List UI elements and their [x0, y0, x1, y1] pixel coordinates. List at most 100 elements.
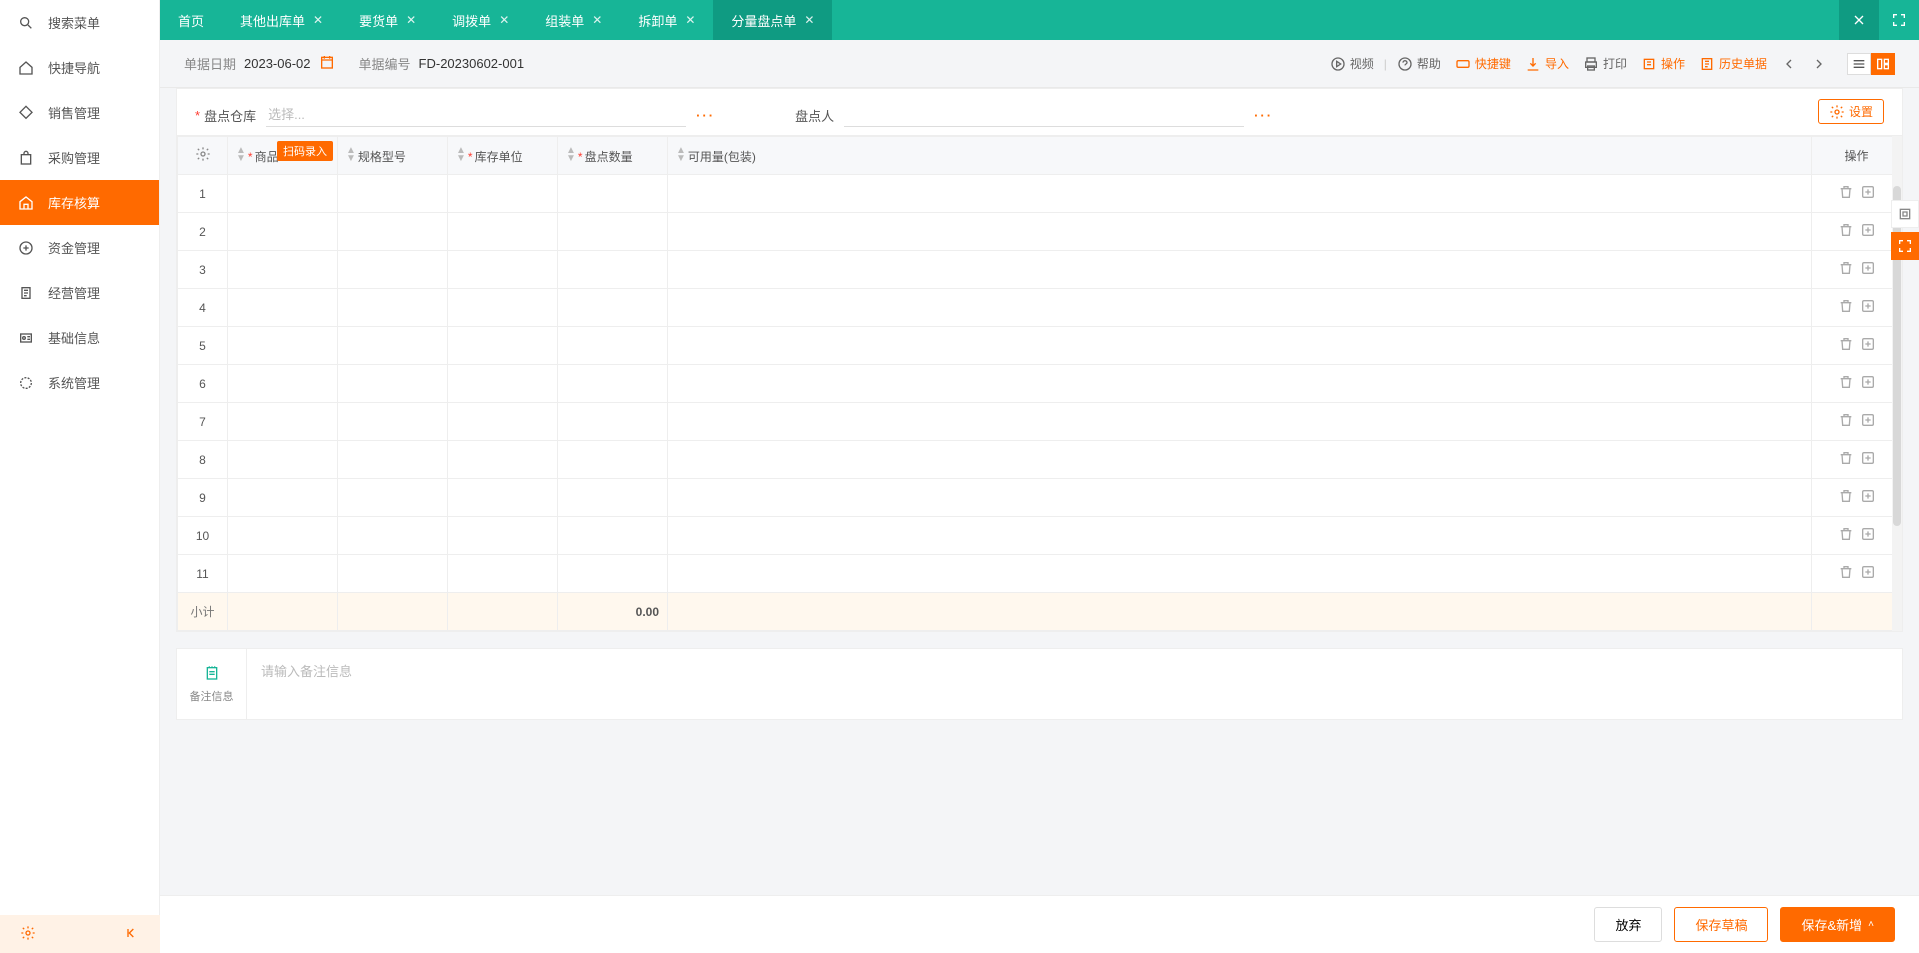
- cell-spec[interactable]: [338, 365, 448, 403]
- gear-icon[interactable]: [20, 925, 36, 944]
- save-draft-button[interactable]: 保存草稿: [1674, 907, 1768, 942]
- col-spec[interactable]: ▲▼规格型号: [338, 137, 448, 175]
- cell-qty[interactable]: [558, 327, 668, 365]
- cell-unit[interactable]: [448, 327, 558, 365]
- tab-request[interactable]: 要货单✕: [341, 0, 434, 40]
- cell-product[interactable]: [228, 327, 338, 365]
- close-icon[interactable]: ✕: [592, 13, 602, 27]
- cell-available[interactable]: [668, 289, 1812, 327]
- sort-icon[interactable]: ▲▼: [236, 147, 246, 163]
- delete-row-icon[interactable]: [1838, 336, 1854, 355]
- edge-tool-1[interactable]: [1891, 200, 1919, 228]
- cell-qty[interactable]: [558, 403, 668, 441]
- table-row[interactable]: 1: [178, 175, 1902, 213]
- add-row-icon[interactable]: [1860, 298, 1876, 317]
- cell-qty[interactable]: [558, 251, 668, 289]
- cell-qty[interactable]: [558, 517, 668, 555]
- sidebar-item-sales[interactable]: 销售管理: [0, 90, 159, 135]
- close-icon[interactable]: ✕: [685, 13, 695, 27]
- discard-button[interactable]: 放弃: [1594, 907, 1662, 942]
- cell-available[interactable]: [668, 365, 1812, 403]
- close-icon[interactable]: ✕: [313, 13, 323, 27]
- cell-qty[interactable]: [558, 479, 668, 517]
- add-row-icon[interactable]: [1860, 336, 1876, 355]
- cell-product[interactable]: [228, 555, 338, 593]
- add-row-icon[interactable]: [1860, 488, 1876, 507]
- cell-qty[interactable]: [558, 555, 668, 593]
- cell-available[interactable]: [668, 175, 1812, 213]
- col-qty[interactable]: ▲▼*盘点数量: [558, 137, 668, 175]
- calendar-icon[interactable]: [319, 54, 335, 73]
- hotkey-tool[interactable]: 快捷键: [1451, 55, 1515, 72]
- close-icon[interactable]: ✕: [406, 13, 416, 27]
- cell-available[interactable]: [668, 327, 1812, 365]
- delete-row-icon[interactable]: [1838, 298, 1854, 317]
- more-icon[interactable]: ···: [696, 108, 715, 123]
- cell-product[interactable]: [228, 441, 338, 479]
- col-unit[interactable]: ▲▼*库存单位: [448, 137, 558, 175]
- close-all-button[interactable]: [1839, 0, 1879, 40]
- scan-badge[interactable]: 扫码录入: [277, 141, 333, 161]
- add-row-icon[interactable]: [1860, 260, 1876, 279]
- sort-icon[interactable]: ▲▼: [346, 147, 356, 163]
- cell-spec[interactable]: [338, 251, 448, 289]
- cell-unit[interactable]: [448, 517, 558, 555]
- add-row-icon[interactable]: [1860, 374, 1876, 393]
- collapse-icon[interactable]: [124, 925, 140, 944]
- sidebar-item-system[interactable]: 系统管理: [0, 360, 159, 405]
- sort-icon[interactable]: ▲▼: [456, 147, 466, 163]
- table-row[interactable]: 3: [178, 251, 1902, 289]
- tab-assembly[interactable]: 组装单✕: [527, 0, 620, 40]
- close-icon[interactable]: ✕: [499, 13, 509, 27]
- table-row[interactable]: 11: [178, 555, 1902, 593]
- edge-tool-2[interactable]: [1891, 232, 1919, 260]
- cell-available[interactable]: [668, 403, 1812, 441]
- table-row[interactable]: 2: [178, 213, 1902, 251]
- cell-qty[interactable]: [558, 213, 668, 251]
- table-row[interactable]: 10: [178, 517, 1902, 555]
- cell-spec[interactable]: [338, 175, 448, 213]
- cell-spec[interactable]: [338, 327, 448, 365]
- delete-row-icon[interactable]: [1838, 260, 1854, 279]
- add-row-icon[interactable]: [1860, 564, 1876, 583]
- warehouse-input[interactable]: [266, 103, 686, 127]
- history-tool[interactable]: 历史单据: [1695, 55, 1771, 72]
- add-row-icon[interactable]: [1860, 222, 1876, 241]
- prev-tool[interactable]: [1777, 56, 1801, 72]
- table-row[interactable]: 8: [178, 441, 1902, 479]
- delete-row-icon[interactable]: [1838, 526, 1854, 545]
- fullscreen-button[interactable]: [1879, 0, 1919, 40]
- settings-button[interactable]: 设置: [1818, 99, 1884, 124]
- print-tool[interactable]: 打印: [1579, 55, 1631, 72]
- cell-unit[interactable]: [448, 479, 558, 517]
- cell-unit[interactable]: [448, 289, 558, 327]
- cell-product[interactable]: [228, 479, 338, 517]
- cell-product[interactable]: [228, 517, 338, 555]
- table-row[interactable]: 4: [178, 289, 1902, 327]
- col-available[interactable]: ▲▼可用量(包装): [668, 137, 1812, 175]
- cell-unit[interactable]: [448, 213, 558, 251]
- cell-qty[interactable]: [558, 175, 668, 213]
- sidebar-item-nav[interactable]: 快捷导航: [0, 45, 159, 90]
- tab-partial-stocktake[interactable]: 分量盘点单✕: [713, 0, 832, 40]
- cell-product[interactable]: [228, 365, 338, 403]
- tab-disassembly[interactable]: 拆卸单✕: [620, 0, 713, 40]
- cell-spec[interactable]: [338, 289, 448, 327]
- delete-row-icon[interactable]: [1838, 450, 1854, 469]
- cell-available[interactable]: [668, 251, 1812, 289]
- cell-available[interactable]: [668, 517, 1812, 555]
- cell-spec[interactable]: [338, 403, 448, 441]
- table-row[interactable]: 6: [178, 365, 1902, 403]
- cell-product[interactable]: [228, 403, 338, 441]
- add-row-icon[interactable]: [1860, 412, 1876, 431]
- sidebar-item-purchase[interactable]: 采购管理: [0, 135, 159, 180]
- tab-transfer[interactable]: 调拨单✕: [434, 0, 527, 40]
- tab-other-outbound[interactable]: 其他出库单✕: [222, 0, 341, 40]
- add-row-icon[interactable]: [1860, 450, 1876, 469]
- delete-row-icon[interactable]: [1838, 412, 1854, 431]
- cell-spec[interactable]: [338, 213, 448, 251]
- next-tool[interactable]: [1807, 56, 1831, 72]
- add-row-icon[interactable]: [1860, 526, 1876, 545]
- cell-available[interactable]: [668, 479, 1812, 517]
- delete-row-icon[interactable]: [1838, 564, 1854, 583]
